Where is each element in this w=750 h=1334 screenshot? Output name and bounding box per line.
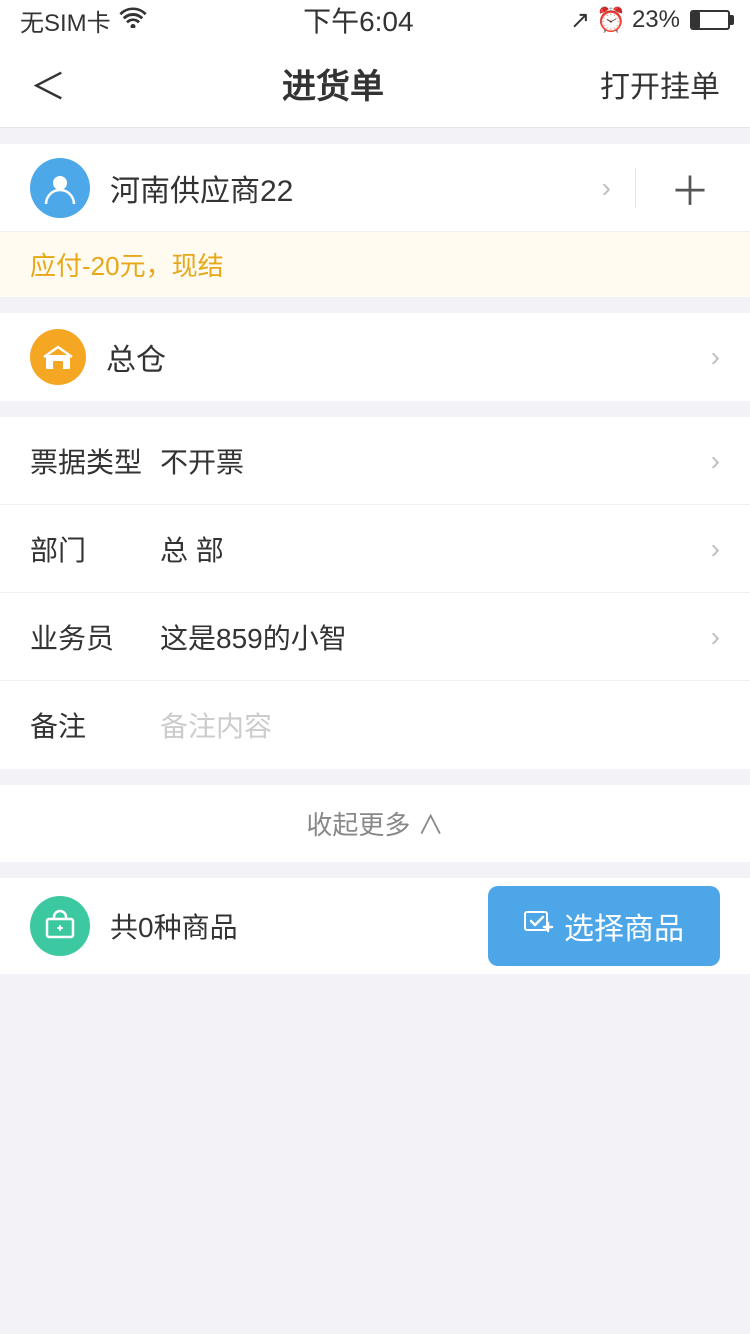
bottom-bar: 共0种商品 选择商品 xyxy=(0,878,750,974)
battery-icon xyxy=(690,10,730,30)
warehouse-name: 总仓 xyxy=(106,335,711,379)
supplier-avatar xyxy=(30,158,90,218)
back-button[interactable]: ＜ xyxy=(30,58,66,110)
open-pending-button[interactable]: 打开挂单 xyxy=(600,62,720,106)
status-time: 下午6:04 xyxy=(303,0,414,40)
department-value: 总 部 xyxy=(150,529,711,569)
content-area: 河南供应商22 › ＋ 应付-20元，现结 总仓 › 票据类型 不开票 xyxy=(0,128,750,1294)
remark-label: 备注 xyxy=(30,705,150,745)
page-title: 进货单 xyxy=(282,59,384,108)
salesperson-label: 业务员 xyxy=(30,617,150,657)
supplier-name: 河南供应商22 xyxy=(110,166,602,210)
invoice-label: 票据类型 xyxy=(30,441,150,481)
nav-bar: ＜ 进货单 打开挂单 xyxy=(0,40,750,128)
select-icon xyxy=(524,910,554,942)
supplier-card: 河南供应商22 › ＋ 应付-20元，现结 xyxy=(0,144,750,297)
form-row-department[interactable]: 部门 总 部 › xyxy=(0,505,750,593)
battery-percent: 23% xyxy=(632,6,680,34)
gps-icon: ↗ xyxy=(570,6,590,35)
carrier-label: 无SIM卡 xyxy=(20,3,111,38)
salesperson-chevron: › xyxy=(711,621,720,653)
collapse-toggle[interactable]: 收起更多 ∧ xyxy=(0,785,750,862)
form-row-invoice[interactable]: 票据类型 不开票 › xyxy=(0,417,750,505)
select-product-button[interactable]: 选择商品 xyxy=(488,886,720,966)
form-row-remark[interactable]: 备注 备注内容 xyxy=(0,681,750,769)
alarm-icon: ⏰ xyxy=(596,6,626,35)
invoice-value: 不开票 xyxy=(150,441,711,481)
notice-text: 应付-20元，现结 xyxy=(30,251,224,281)
status-left: 无SIM卡 xyxy=(20,3,147,38)
remark-input[interactable]: 备注内容 xyxy=(150,705,720,745)
add-button[interactable]: ＋ xyxy=(660,159,720,217)
department-label: 部门 xyxy=(30,529,150,569)
notice-bar: 应付-20元，现结 xyxy=(0,232,750,297)
warehouse-row[interactable]: 总仓 › xyxy=(0,313,750,401)
invoice-chevron: › xyxy=(711,445,720,477)
warehouse-chevron: › xyxy=(711,341,720,373)
warehouse-card: 总仓 › xyxy=(0,313,750,401)
salesperson-value: 这是859的小智 xyxy=(150,617,711,657)
product-icon-wrap xyxy=(30,896,90,956)
warehouse-icon-wrap xyxy=(30,329,86,385)
form-row-salesperson[interactable]: 业务员 这是859的小智 › xyxy=(0,593,750,681)
wifi-icon xyxy=(119,6,147,35)
supplier-row[interactable]: 河南供应商22 › ＋ xyxy=(0,144,750,232)
supplier-chevron: › xyxy=(602,172,611,204)
department-chevron: › xyxy=(711,533,720,565)
status-right: ↗ ⏰ 23% xyxy=(570,6,730,35)
divider xyxy=(635,168,636,208)
product-count: 共0种商品 xyxy=(110,906,488,946)
form-card: 票据类型 不开票 › 部门 总 部 › 业务员 这是859的小智 › 备注 备注… xyxy=(0,417,750,769)
status-bar: 无SIM卡 下午6:04 ↗ ⏰ 23% xyxy=(0,0,750,40)
select-btn-label: 选择商品 xyxy=(564,904,684,948)
gray-fill-area xyxy=(0,974,750,1294)
